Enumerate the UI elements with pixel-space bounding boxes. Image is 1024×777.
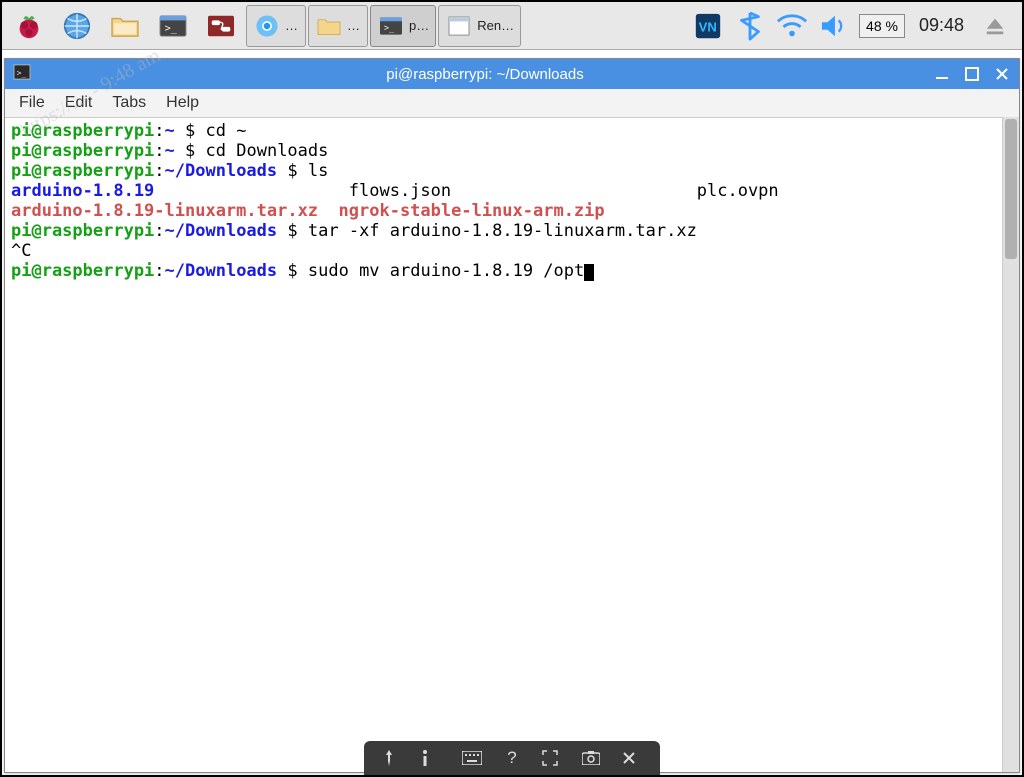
taskbar: >_ … … >_ p… Ren… VN [2, 2, 1022, 50]
menu-tabs[interactable]: Tabs [104, 90, 154, 116]
nodered-icon [206, 13, 236, 39]
task-label: … [347, 18, 360, 33]
help-icon[interactable]: ? [502, 748, 522, 768]
terminal-launcher[interactable]: >_ [150, 5, 196, 47]
system-tray: VN 48 % 09:48 [691, 9, 1018, 43]
screenshot-icon[interactable] [582, 751, 602, 765]
scrollbar-thumb[interactable] [1005, 119, 1017, 259]
menu-edit[interactable]: Edit [57, 90, 101, 116]
task-label: … [285, 18, 298, 33]
close-icon[interactable] [622, 751, 642, 765]
battery-percent[interactable]: 48 % [859, 14, 905, 38]
task-label: p… [409, 18, 429, 33]
keyboard-icon[interactable] [462, 751, 482, 765]
menu-raspberry[interactable] [6, 5, 52, 47]
globe-icon [62, 11, 92, 41]
maximize-button[interactable] [963, 65, 981, 83]
terminal-window: >_ pi@raspberrypi: ~/Downloads File Edit… [4, 58, 1020, 773]
vnc-tray-icon[interactable]: VN [691, 9, 725, 43]
browser-globe[interactable] [54, 5, 100, 47]
task-chromium[interactable]: … [246, 5, 306, 47]
chromium-icon [253, 12, 281, 40]
folder-icon [315, 12, 343, 40]
terminal-body[interactable]: pi@raspberrypi:~ $ cd ~ pi@raspberrypi:~… [5, 117, 1019, 772]
terminal-icon: >_ [158, 13, 188, 39]
fullscreen-icon[interactable] [542, 750, 562, 766]
task-filemanager[interactable]: … [308, 5, 368, 47]
info-icon[interactable] [422, 750, 442, 766]
task-label: Ren… [477, 18, 514, 33]
window-titlebar[interactable]: >_ pi@raspberrypi: ~/Downloads [5, 59, 1019, 89]
raspberry-icon [14, 11, 44, 41]
bluetooth-icon[interactable] [733, 9, 767, 43]
vnc-toolbar[interactable]: ? [364, 741, 660, 775]
node-red[interactable] [198, 5, 244, 47]
menubar: File Edit Tabs Help [5, 89, 1019, 118]
menu-help[interactable]: Help [158, 90, 207, 116]
clock[interactable]: 09:48 [913, 15, 970, 36]
svg-text:>_: >_ [17, 69, 27, 78]
task-rename[interactable]: Ren… [438, 5, 521, 47]
eject-icon[interactable] [978, 9, 1012, 43]
titlebar-icon: >_ [13, 64, 37, 84]
scrollbar[interactable] [1002, 117, 1019, 772]
folder-icon [110, 13, 140, 39]
menu-file[interactable]: File [11, 90, 53, 116]
svg-text:VN: VN [699, 19, 717, 34]
minimize-button[interactable] [933, 65, 951, 83]
svg-text:>_: >_ [384, 23, 395, 33]
wifi-icon[interactable] [775, 9, 809, 43]
terminal-icon: >_ [377, 12, 405, 40]
window-icon [445, 12, 473, 40]
text-cursor [584, 264, 594, 281]
pin-icon[interactable] [382, 750, 402, 766]
volume-icon[interactable] [817, 9, 851, 43]
terminal-output[interactable]: pi@raspberrypi:~ $ cd ~ pi@raspberrypi:~… [5, 117, 1019, 285]
task-terminal[interactable]: >_ p… [370, 5, 436, 47]
window-title: pi@raspberrypi: ~/Downloads [37, 66, 933, 83]
close-button[interactable] [993, 65, 1011, 83]
svg-text:>_: >_ [165, 23, 178, 34]
file-manager[interactable] [102, 5, 148, 47]
